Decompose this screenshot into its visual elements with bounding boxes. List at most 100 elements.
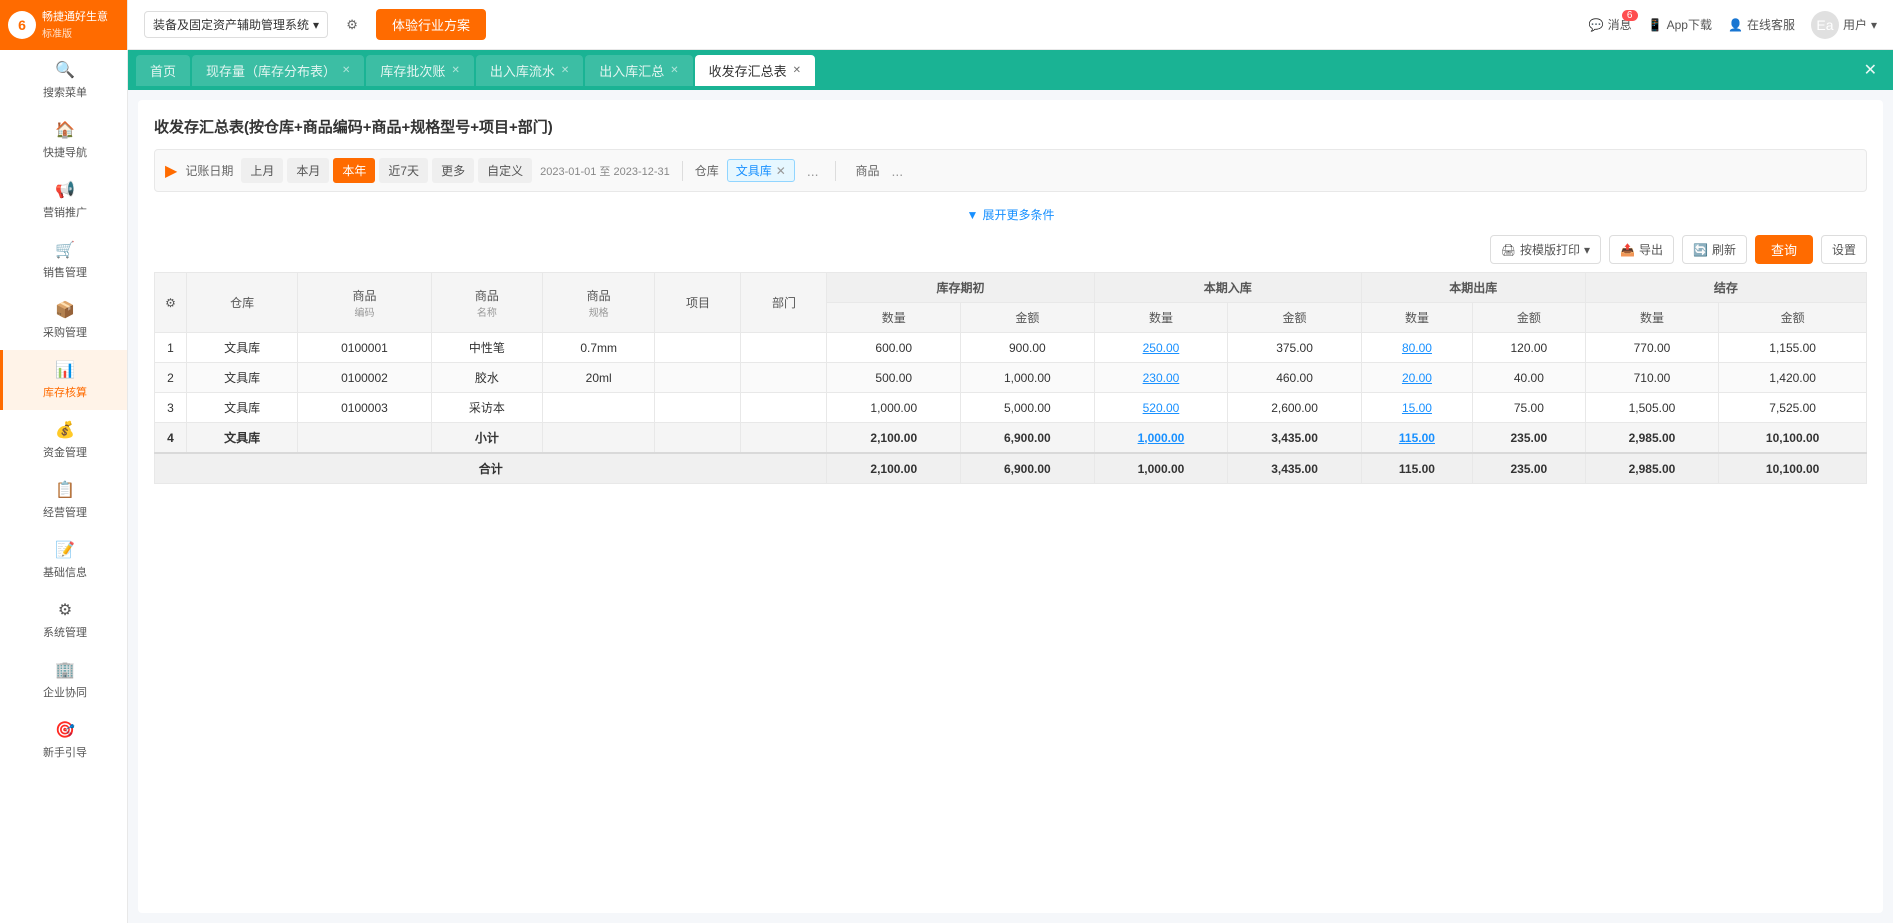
out-qty-link[interactable]: 15.00 (1402, 401, 1432, 415)
table-settings-icon: ⚙ (165, 296, 176, 310)
expand-conditions-button[interactable]: ▼ 展开更多条件 (959, 202, 1063, 227)
tab-inventory-dist[interactable]: 现存量（库存分布表） ✕ (192, 55, 364, 86)
out-qty-header: 数量 (1361, 303, 1472, 333)
code-col-header: 商品编码 (298, 273, 432, 333)
finance-icon: 💰 (55, 420, 75, 440)
tab-close-inventory-dist[interactable]: ✕ (342, 65, 350, 76)
date-btn-更多[interactable]: 更多 (432, 158, 474, 183)
in-qty-link[interactable]: 250.00 (1143, 341, 1180, 355)
warehouse-tag: 文具库 ✕ (727, 159, 795, 182)
date-btn-近7天[interactable]: 近7天 (379, 158, 428, 183)
table-row: 2 文具库 0100002 胶水 20ml 500.00 1,000.00 23… (155, 363, 1867, 393)
tab-label-inventory-dist: 现存量（库存分布表） (206, 61, 336, 80)
row-warehouse: 文具库 (187, 423, 298, 454)
row-name: 小计 (431, 423, 542, 454)
footer-label: 合计 (155, 453, 827, 484)
tab-in-out-summary[interactable]: 出入库汇总 ✕ (585, 55, 692, 86)
opening-qty-header: 数量 (827, 303, 961, 333)
sidebar-item-label-finance: 资金管理 (43, 444, 87, 460)
tab-bar-close-icon[interactable]: ✕ (1856, 56, 1885, 84)
tab-in-out-flow[interactable]: 出入库流水✕ (476, 55, 583, 86)
tab-recv-send-summary[interactable]: 收发存汇总表✕ (695, 55, 815, 86)
settings-col-header[interactable]: ⚙ (155, 273, 187, 333)
table-row: 4 文具库 小计 2,100.00 6,900.00 1,000.00 3,43… (155, 423, 1867, 454)
page-inner: 收发存汇总表(按仓库+商品编码+商品+规格型号+项目+部门) ▶ 记账日期 上月… (138, 100, 1883, 913)
action-bar: 🖨 按模版打印 ▾ 📤 导出 🔄 刷新 查询 设置 (154, 235, 1867, 264)
setting-button[interactable]: 设置 (1821, 235, 1867, 264)
sidebar-item-newbie[interactable]: 🎯 新手引导 (0, 710, 127, 770)
tab-close-in-out-summary[interactable]: ✕ (670, 65, 678, 76)
tab-close-batch-account[interactable]: ✕ (451, 65, 459, 76)
refresh-label: 刷新 (1712, 241, 1736, 258)
sidebar-item-inventory[interactable]: 📊 库存核算 (0, 350, 127, 410)
row-opening-qty: 1,000.00 (827, 393, 961, 423)
logo-title: 畅捷通好生意 (42, 10, 108, 25)
row-in-qty: 250.00 (1094, 333, 1228, 363)
in-qty-link[interactable]: 230.00 (1143, 371, 1180, 385)
search-icon: 🔍 (55, 60, 75, 80)
row-warehouse: 文具库 (187, 333, 298, 363)
row-spec (542, 423, 655, 454)
tab-home[interactable]: 首页 (136, 55, 190, 86)
sidebar-item-marketing[interactable]: 📢 营销推广 (0, 170, 127, 230)
row-name: 中性笔 (431, 333, 542, 363)
query-button[interactable]: 查询 (1755, 235, 1813, 264)
logo-sub: 标准版 (42, 25, 108, 40)
sidebar-item-finance[interactable]: 💰 资金管理 (0, 410, 127, 470)
date-btn-上月[interactable]: 上月 (241, 158, 283, 183)
print-button[interactable]: 🖨 按模版打印 ▾ (1490, 235, 1601, 264)
name-col-header: 商品名称 (431, 273, 542, 333)
table-row: 1 文具库 0100001 中性笔 0.7mm 600.00 900.00 25… (155, 333, 1867, 363)
user-avatar: Ea (1811, 11, 1839, 39)
in-qty-link[interactable]: 520.00 (1143, 401, 1180, 415)
footer-opening-qty: 2,100.00 (827, 453, 961, 484)
out-qty-link[interactable]: 80.00 (1402, 341, 1432, 355)
warehouse-more[interactable]: ... (803, 161, 823, 181)
tab-close-recv-send-summary[interactable]: ✕ (793, 65, 801, 76)
row-in-amt: 375.00 (1228, 333, 1362, 363)
sidebar-item-enterprise[interactable]: 🏢 企业协同 (0, 650, 127, 710)
sidebar-item-label-marketing: 营销推广 (43, 204, 87, 220)
trial-button[interactable]: 体验行业方案 (376, 9, 486, 40)
date-btn-本年[interactable]: 本年 (333, 158, 375, 183)
tab-batch-account[interactable]: 库存批次账✕ (366, 55, 473, 86)
out-group-header: 本期出库 (1361, 273, 1585, 303)
sidebar-item-operation[interactable]: 📋 经营管理 (0, 470, 127, 530)
export-button[interactable]: 📤 导出 (1609, 235, 1674, 264)
tab-close-in-out-flow[interactable]: ✕ (561, 65, 569, 76)
closing-qty-header: 数量 (1585, 303, 1719, 333)
sidebar-item-quick-nav[interactable]: 🏠 快捷导航 (0, 110, 127, 170)
opening-group-header: 库存期初 (827, 273, 1094, 303)
date-btn-本月[interactable]: 本月 (287, 158, 329, 183)
app-download-action[interactable]: 📱 App下载 (1648, 16, 1712, 33)
refresh-button[interactable]: 🔄 刷新 (1682, 235, 1747, 264)
goods-more[interactable]: ... (888, 161, 908, 181)
tab-label-in-out-summary: 出入库汇总 (599, 61, 664, 80)
footer-in-amt: 3,435.00 (1228, 453, 1362, 484)
page-content: 收发存汇总表(按仓库+商品编码+商品+规格型号+项目+部门) ▶ 记账日期 上月… (128, 90, 1893, 923)
filter-collapse-icon[interactable]: ▶ (165, 161, 177, 181)
sidebar-item-basic[interactable]: 📝 基础信息 (0, 530, 127, 590)
sidebar-item-system[interactable]: ⚙ 系统管理 (0, 590, 127, 650)
user-action[interactable]: Ea 用户 ▾ (1811, 11, 1877, 39)
out-qty-link[interactable]: 20.00 (1402, 371, 1432, 385)
in-qty-link[interactable]: 1,000.00 (1138, 431, 1185, 445)
date-btn-自定义[interactable]: 自定义 (478, 158, 532, 183)
message-action[interactable]: 💬 消息 6 (1589, 16, 1632, 33)
sidebar-item-search[interactable]: 🔍 搜索菜单 (0, 50, 127, 110)
row-closing-amt: 1,420.00 (1719, 363, 1867, 393)
filter-bar: ▶ 记账日期 上月本月本年近7天更多自定义 2023-01-01 至 2023-… (154, 149, 1867, 192)
row-dept (741, 333, 827, 363)
warehouse-tag-close[interactable]: ✕ (776, 164, 786, 178)
marketing-icon: 📢 (55, 180, 75, 200)
sidebar-item-purchase[interactable]: 📦 采购管理 (0, 290, 127, 350)
settings-icon[interactable]: ⚙ (338, 11, 366, 39)
sidebar-item-sales[interactable]: 🛒 销售管理 (0, 230, 127, 290)
spec-col-header: 商品规格 (542, 273, 655, 333)
system-selector[interactable]: 装备及固定资产辅助管理系统 ▾ (144, 11, 328, 38)
row-code: 0100002 (298, 363, 432, 393)
row-out-qty: 80.00 (1361, 333, 1472, 363)
online-service-action[interactable]: 👤 在线客服 (1728, 16, 1795, 33)
out-qty-link[interactable]: 115.00 (1399, 431, 1435, 445)
row-opening-amt: 900.00 (961, 333, 1095, 363)
